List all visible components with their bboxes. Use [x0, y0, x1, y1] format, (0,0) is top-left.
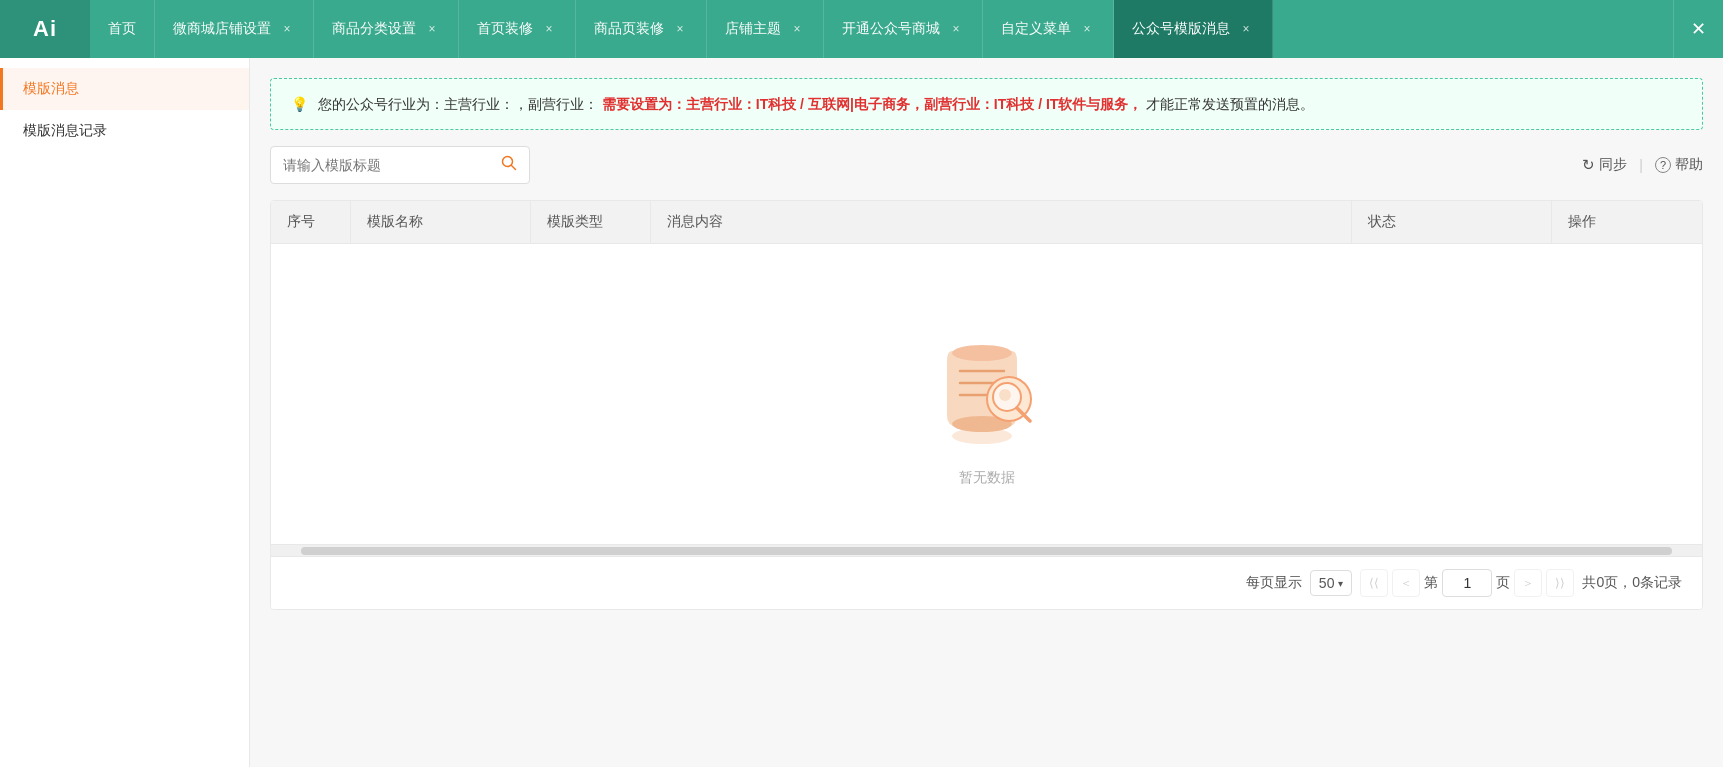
nav-tab-shop-theme-label: 店铺主题: [725, 20, 781, 38]
nav-tab-open-wechat-shop[interactable]: 开通公众号商城 ×: [824, 0, 983, 58]
toolbar-divider: |: [1639, 157, 1643, 173]
prev-page-button[interactable]: ＜: [1392, 569, 1420, 597]
notice-highlight-text: 需要设置为：主营行业：IT科技 / 互联网|电子商务，副营行业：IT科技 / I…: [602, 96, 1143, 112]
th-action: 操作: [1552, 201, 1702, 243]
th-content: 消息内容: [651, 201, 1352, 243]
notice-text-suffix: 才能正常发送预置的消息。: [1146, 96, 1314, 112]
nav-tab-home-decoration[interactable]: 首页装修 ×: [459, 0, 576, 58]
sidebar-item-template-msg-label: 模版消息: [23, 80, 79, 96]
notice-icon: 💡: [291, 96, 308, 112]
notice-text-prefix: 您的公众号行业为：主营行业：，副营行业：: [318, 96, 598, 112]
page-label-suffix: 页: [1496, 574, 1510, 592]
search-icon: [501, 157, 517, 174]
svg-line-1: [512, 166, 516, 170]
nav-tab-shop-theme[interactable]: 店铺主题 ×: [707, 0, 824, 58]
nav-tab-category-settings-label: 商品分类设置: [332, 20, 416, 38]
nav-tab-shop-theme-close[interactable]: ×: [789, 21, 805, 37]
empty-state: 暂无数据: [271, 244, 1702, 544]
top-navigation: Ai 首页 微商城店铺设置 × 商品分类设置 × 首页装修 × 商品页装修 × …: [0, 0, 1723, 58]
nav-tab-home-decoration-close[interactable]: ×: [541, 21, 557, 37]
nav-tab-category-settings[interactable]: 商品分类设置 ×: [314, 0, 459, 58]
last-page-button[interactable]: ⟩⟩: [1546, 569, 1574, 597]
help-label: 帮助: [1675, 156, 1703, 174]
sidebar-item-template-msg-record[interactable]: 模版消息记录: [0, 110, 249, 152]
help-icon: ?: [1655, 157, 1671, 173]
close-all-tabs-button[interactable]: ✕: [1673, 0, 1723, 58]
page-size-chevron-icon: ▾: [1338, 578, 1343, 589]
nav-tab-custom-menu[interactable]: 自定义菜单 ×: [983, 0, 1114, 58]
main-layout: 模版消息 模版消息记录 💡 您的公众号行业为：主营行业：，副营行业： 需要设置为…: [0, 58, 1723, 767]
search-toolbar-area: ↻ 同步 | ? 帮助: [270, 146, 1703, 184]
th-status: 状态: [1352, 201, 1552, 243]
prev-page-icon: ＜: [1400, 575, 1412, 592]
horizontal-scrollbar[interactable]: [271, 544, 1702, 556]
nav-tab-custom-menu-close[interactable]: ×: [1079, 21, 1095, 37]
page-navigation: ⟨⟨ ＜ 第 页 ＞ ⟩⟩: [1360, 569, 1574, 597]
page-size-value: 50: [1319, 575, 1335, 591]
sync-button[interactable]: ↻ 同步: [1582, 156, 1627, 174]
sidebar-item-template-msg-record-label: 模版消息记录: [23, 122, 107, 138]
pagination: 每页显示 50 ▾ ⟨⟨ ＜ 第 页 ＞: [271, 556, 1702, 609]
scrollbar-track: [301, 547, 1672, 555]
nav-tabs-container: 首页 微商城店铺设置 × 商品分类设置 × 首页装修 × 商品页装修 × 店铺主…: [90, 0, 1673, 58]
nav-tab-home-decoration-label: 首页装修: [477, 20, 533, 38]
toolbar-right: ↻ 同步 | ? 帮助: [1582, 156, 1703, 174]
table-header: 序号 模版名称 模版类型 消息内容 状态 操作: [271, 201, 1702, 244]
nav-tab-home-label: 首页: [108, 20, 136, 38]
search-button[interactable]: [491, 147, 527, 183]
template-table: 序号 模版名称 模版类型 消息内容 状态 操作: [270, 200, 1703, 610]
nav-tab-template-msg-label: 公众号模版消息: [1132, 20, 1230, 38]
nav-tab-custom-menu-label: 自定义菜单: [1001, 20, 1071, 38]
svg-point-3: [952, 345, 1012, 361]
notice-banner: 💡 您的公众号行业为：主营行业：，副营行业： 需要设置为：主营行业：IT科技 /…: [270, 78, 1703, 130]
nav-tab-shop-settings-close[interactable]: ×: [279, 21, 295, 37]
sync-label: 同步: [1599, 156, 1627, 174]
page-size-label: 每页显示: [1246, 574, 1302, 592]
close-all-icon: ✕: [1691, 18, 1706, 40]
th-serial: 序号: [271, 201, 351, 243]
nav-tab-template-msg-close[interactable]: ×: [1238, 21, 1254, 37]
search-input[interactable]: [271, 149, 491, 181]
last-page-icon: ⟩⟩: [1555, 576, 1565, 590]
total-info: 共0页，0条记录: [1582, 574, 1682, 592]
nav-tab-open-wechat-shop-close[interactable]: ×: [948, 21, 964, 37]
svg-point-11: [999, 389, 1011, 401]
page-label-prefix: 第: [1424, 574, 1438, 592]
app-logo: Ai: [0, 0, 90, 58]
nav-tab-category-settings-close[interactable]: ×: [424, 21, 440, 37]
search-box: [270, 146, 530, 184]
nav-tab-open-wechat-shop-label: 开通公众号商城: [842, 20, 940, 38]
first-page-button[interactable]: ⟨⟨: [1360, 569, 1388, 597]
next-page-button[interactable]: ＞: [1514, 569, 1542, 597]
nav-tab-shop-settings-label: 微商城店铺设置: [173, 20, 271, 38]
nav-tab-template-msg[interactable]: 公众号模版消息 ×: [1114, 0, 1273, 58]
th-name: 模版名称: [351, 201, 531, 243]
sidebar-item-template-msg[interactable]: 模版消息: [0, 68, 249, 110]
sync-icon: ↻: [1582, 156, 1595, 174]
content-area: 💡 您的公众号行业为：主营行业：，副营行业： 需要设置为：主营行业：IT科技 /…: [250, 58, 1723, 767]
first-page-icon: ⟨⟨: [1369, 576, 1379, 590]
th-type: 模版类型: [531, 201, 651, 243]
nav-tab-home[interactable]: 首页: [90, 0, 155, 58]
nav-tab-shop-settings[interactable]: 微商城店铺设置 ×: [155, 0, 314, 58]
empty-illustration: [927, 321, 1047, 451]
empty-text: 暂无数据: [959, 469, 1015, 487]
nav-tab-product-decoration-label: 商品页装修: [594, 20, 664, 38]
next-page-icon: ＞: [1522, 575, 1534, 592]
current-page-input[interactable]: [1442, 569, 1492, 597]
page-size-select[interactable]: 50 ▾: [1310, 570, 1353, 596]
help-button[interactable]: ? 帮助: [1655, 156, 1703, 174]
nav-tab-product-decoration[interactable]: 商品页装修 ×: [576, 0, 707, 58]
nav-tab-product-decoration-close[interactable]: ×: [672, 21, 688, 37]
sidebar: 模版消息 模版消息记录: [0, 58, 250, 767]
